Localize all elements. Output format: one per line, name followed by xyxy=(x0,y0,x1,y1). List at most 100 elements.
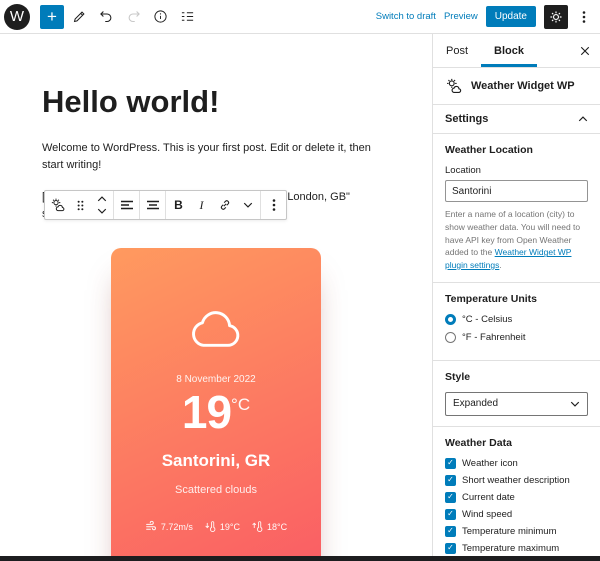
sidebar-tabs: Post Block xyxy=(433,34,600,68)
update-button[interactable]: Update xyxy=(485,6,536,27)
widget-temperature-unit: °C xyxy=(231,395,251,414)
block-toolbar-group-align xyxy=(114,191,140,219)
kebab-icon xyxy=(577,10,591,24)
checkbox-temperature-minimum[interactable]: Temperature minimum xyxy=(445,525,588,537)
checkbox-temperature-maximum-label: Temperature maximum xyxy=(462,542,560,554)
widget-temperature: 19°C xyxy=(182,389,250,435)
location-input[interactable] xyxy=(445,180,588,202)
chevron-up-icon xyxy=(578,116,588,122)
drag-handle-icon xyxy=(74,199,87,212)
radio-unselected-icon xyxy=(445,331,456,343)
widget-location: Santorini, GR xyxy=(161,451,271,470)
kebab-icon xyxy=(267,198,281,212)
style-heading: Style xyxy=(445,370,471,383)
move-up-button[interactable] xyxy=(92,194,112,205)
link-button[interactable] xyxy=(213,191,236,219)
list-view-button[interactable] xyxy=(175,3,199,31)
widget-stats-row: 7.72m/s 19°C 18°C xyxy=(145,520,287,533)
checkbox-weather-icon[interactable]: Weather icon xyxy=(445,457,588,469)
details-button[interactable] xyxy=(148,3,172,31)
post-paragraph[interactable]: Welcome to WordPress. This is your first… xyxy=(42,140,390,173)
radio-selected-icon xyxy=(445,313,456,325)
info-icon xyxy=(153,9,168,24)
close-sidebar-button[interactable] xyxy=(570,34,600,67)
widget-description: Scattered clouds xyxy=(175,484,257,496)
weather-widget-block-icon xyxy=(445,77,463,95)
checkbox-wind-speed-label: Wind speed xyxy=(462,508,513,520)
move-down-button[interactable] xyxy=(92,206,112,217)
widget-date: 8 November 2022 xyxy=(176,374,256,385)
editor-topbar: W + Switch to draft Preview Update xyxy=(0,0,600,34)
preview-button[interactable]: Preview xyxy=(444,11,478,22)
widget-temperature-value: 19 xyxy=(181,386,232,438)
weather-widget-card[interactable]: 8 November 2022 19°C Santorini, GR Scatt… xyxy=(111,248,321,556)
chevron-down-icon xyxy=(97,208,107,214)
thermometer-min-icon xyxy=(204,520,217,533)
widget-temp-max: 18°C xyxy=(251,520,287,533)
tools-pencil-button[interactable] xyxy=(67,3,91,31)
more-formats-button[interactable] xyxy=(236,191,259,219)
settings-toggle-button[interactable] xyxy=(544,4,568,29)
gear-icon xyxy=(549,10,563,24)
checkbox-checked-icon xyxy=(445,542,456,554)
align-center-button[interactable] xyxy=(141,191,164,219)
block-toolbar-group-align-center xyxy=(140,191,166,219)
bold-button[interactable]: B xyxy=(167,191,190,219)
thermometer-max-icon xyxy=(251,520,264,533)
cloud-icon xyxy=(184,296,248,360)
weather-widget-block-icon xyxy=(50,197,66,213)
weather-location-section: Weather Location Location Enter a name o… xyxy=(433,134,600,283)
checkbox-checked-icon xyxy=(445,491,456,503)
block-options-button[interactable] xyxy=(262,191,285,219)
switch-to-draft-button[interactable]: Switch to draft xyxy=(376,11,436,22)
align-center-icon xyxy=(146,198,160,212)
radio-fahrenheit[interactable]: °F - Fahrenheit xyxy=(445,331,588,343)
block-inserter-button[interactable]: + xyxy=(40,4,64,29)
block-toolbar: B I xyxy=(44,190,287,220)
location-label: Location xyxy=(445,165,481,176)
weather-data-heading: Weather Data xyxy=(445,436,512,449)
close-icon xyxy=(579,45,591,57)
options-menu-button[interactable] xyxy=(576,5,592,29)
checkbox-current-date[interactable]: Current date xyxy=(445,491,588,503)
wordpress-block-editor: W + Switch to draft Preview Update Hello… xyxy=(0,0,600,561)
checkbox-current-date-label: Current date xyxy=(462,491,515,503)
italic-button[interactable]: I xyxy=(190,191,213,219)
wordpress-logo[interactable]: W xyxy=(4,3,30,30)
widget-wind: 7.72m/s xyxy=(145,520,193,533)
undo-button[interactable] xyxy=(94,3,118,31)
checkbox-short-description[interactable]: Short weather description xyxy=(445,474,588,486)
wordpress-logo-letter: W xyxy=(9,8,25,25)
widget-temp-max-value: 18°C xyxy=(267,521,288,532)
widget-temp-min-value: 19°C xyxy=(219,521,240,532)
temperature-units-heading: Temperature Units xyxy=(445,292,537,305)
block-movers xyxy=(92,194,112,217)
weather-location-heading: Weather Location xyxy=(445,144,533,156)
post-title[interactable]: Hello world! xyxy=(42,84,390,120)
checkbox-short-description-label: Short weather description xyxy=(462,474,570,486)
window-bottom-edge xyxy=(0,556,600,561)
tab-block[interactable]: Block xyxy=(481,34,537,67)
editor-canvas: Hello world! Welcome to WordPress. This … xyxy=(0,34,432,556)
location-help-after: . xyxy=(499,260,502,270)
block-type-button[interactable] xyxy=(46,191,69,219)
style-select[interactable]: Expanded xyxy=(445,391,588,416)
checkbox-temperature-maximum[interactable]: Temperature maximum xyxy=(445,542,588,554)
checkbox-wind-speed[interactable]: Wind speed xyxy=(445,508,588,520)
settings-panel-title: Settings xyxy=(445,113,489,125)
link-icon xyxy=(218,198,232,212)
style-section: Style Expanded xyxy=(433,361,600,427)
style-select-value: Expanded xyxy=(453,398,499,410)
tab-post[interactable]: Post xyxy=(433,34,481,67)
settings-panel-toggle[interactable]: Settings xyxy=(433,105,600,134)
checkbox-checked-icon xyxy=(445,508,456,520)
checkbox-checked-icon xyxy=(445,474,456,486)
chevron-down-icon xyxy=(570,401,580,407)
align-button[interactable] xyxy=(115,191,138,219)
drag-handle[interactable] xyxy=(69,191,92,219)
checkbox-temperature-minimum-label: Temperature minimum xyxy=(462,525,557,537)
redo-button[interactable] xyxy=(121,3,145,31)
checkbox-weather-icon-label: Weather icon xyxy=(462,457,518,469)
undo-icon xyxy=(99,9,114,24)
radio-celsius[interactable]: °C - Celsius xyxy=(445,313,588,325)
